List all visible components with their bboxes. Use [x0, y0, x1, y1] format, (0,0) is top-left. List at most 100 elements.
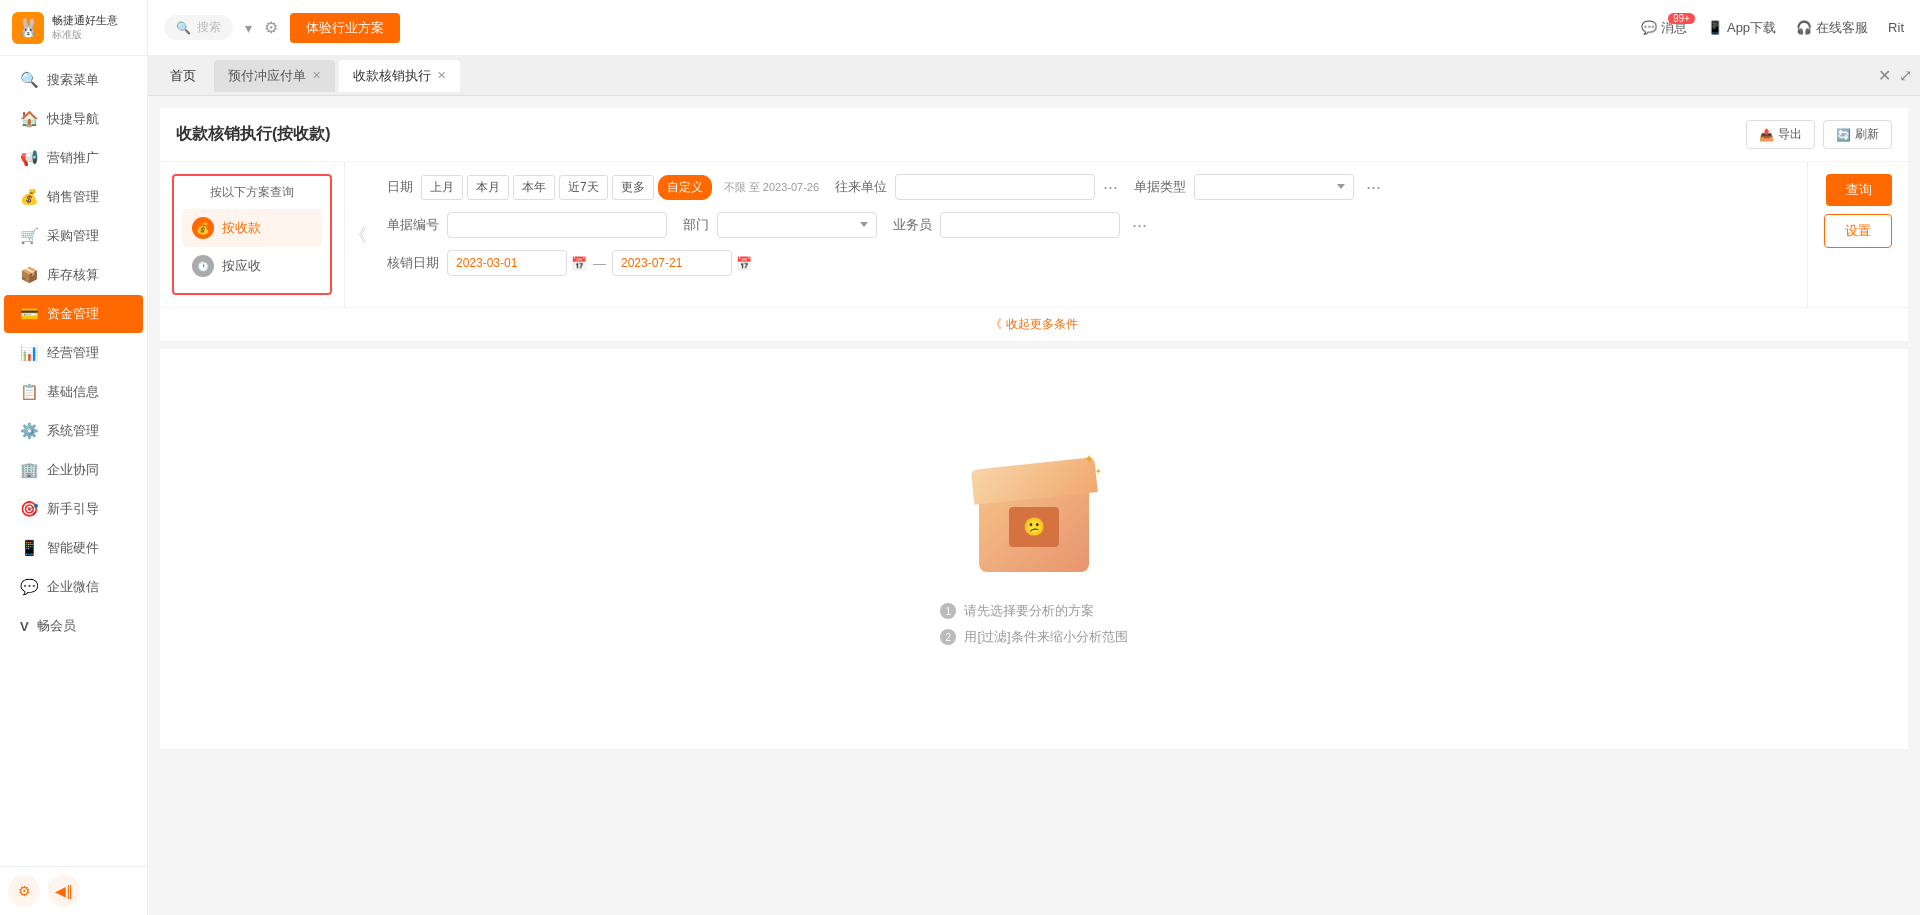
topbar-search[interactable]: 🔍 搜索: [164, 15, 233, 40]
receipt-tab-label: 收款核销执行: [353, 67, 431, 85]
sidebar-item-label: 营销推广: [47, 149, 99, 167]
sparkle-icon: ✦: [1084, 452, 1094, 466]
export-button[interactable]: 📤 导出: [1746, 120, 1815, 149]
sidebar-item-enterprise[interactable]: 🏢 企业协同: [4, 451, 143, 489]
date-btn-custom[interactable]: 自定义: [658, 175, 712, 200]
sidebar-item-search[interactable]: 🔍 搜索菜单: [4, 61, 143, 99]
filter-row-2: 单据编号 部门 业务员 ···: [387, 212, 1791, 238]
refresh-button[interactable]: 🔄 刷新: [1823, 120, 1892, 149]
sidebar-item-quick-nav[interactable]: 🏠 快捷导航: [4, 100, 143, 138]
app-name: 畅捷通好生意: [52, 13, 118, 28]
empty-illustration: 😕 ✦ ✦: [964, 452, 1104, 582]
query-button[interactable]: 查询: [1826, 174, 1892, 206]
sidebar-item-guide[interactable]: 🎯 新手引导: [4, 490, 143, 528]
date-btn-this-month[interactable]: 本月: [467, 175, 509, 200]
tabs-bar: 首页 预付冲应付单 ✕ 收款核销执行 ✕ ✕ ⤢: [148, 56, 1920, 96]
topbar-gear-icon[interactable]: ⚙: [264, 18, 278, 37]
writeoff-date-start-input[interactable]: [447, 250, 567, 276]
sidebar-item-purchase[interactable]: 🛒 采购管理: [4, 217, 143, 255]
dept-select[interactable]: [717, 212, 877, 238]
party-input[interactable]: [895, 174, 1095, 200]
docnum-input[interactable]: [447, 212, 667, 238]
tab-close-all-button[interactable]: ✕: [1878, 66, 1891, 85]
doctype-more-icon[interactable]: ···: [1366, 177, 1381, 198]
empty-box-face: 😕: [1009, 507, 1059, 547]
sidebar-item-label: 企业微信: [47, 578, 99, 596]
collapse-more-bar[interactable]: 《 收起更多条件: [160, 308, 1908, 341]
staff-more-icon[interactable]: ···: [1132, 215, 1147, 236]
system-icon: ⚙️: [20, 422, 39, 440]
topbar-message[interactable]: 💬 消息 99+: [1641, 19, 1687, 37]
writeoff-date-start-wrap: 📅: [447, 250, 587, 276]
date-btn-more[interactable]: 更多: [612, 175, 654, 200]
tab-receipt-offset[interactable]: 收款核销执行 ✕: [339, 60, 460, 92]
sidebar-item-inventory[interactable]: 📦 库存核算: [4, 256, 143, 294]
sidebar-item-system[interactable]: ⚙️ 系统管理: [4, 412, 143, 450]
setting-button[interactable]: 设置: [1824, 214, 1892, 248]
date-quick-buttons: 上月 本月 本年 近7天 更多 自定义: [421, 175, 712, 200]
refresh-icon: 🔄: [1836, 128, 1851, 142]
sidebar-item-operation[interactable]: 📊 经营管理: [4, 334, 143, 372]
sidebar-item-wx[interactable]: 💬 企业微信: [4, 568, 143, 606]
receivable-option-icon: 🕐: [192, 255, 214, 277]
date-btn-this-year[interactable]: 本年: [513, 175, 555, 200]
writeoff-date-end-input[interactable]: [612, 250, 732, 276]
receipt-tab-close[interactable]: ✕: [437, 69, 446, 82]
tab-home[interactable]: 首页: [156, 60, 210, 92]
smart-hw-icon: 📱: [20, 539, 39, 557]
staff-input[interactable]: [940, 212, 1120, 238]
funds-icon: 💳: [20, 305, 39, 323]
filter-row-3: 核销日期 📅 — 📅: [387, 250, 1791, 276]
home-tab-label: 首页: [170, 67, 196, 85]
receivable-option-label: 按应收: [222, 257, 261, 275]
topbar-dropdown-icon[interactable]: ▾: [245, 20, 252, 36]
topbar: 🔍 搜索 ▾ ⚙ 体验行业方案 💬 消息 99+ 📱 App下载 🎧 在线客服 …: [148, 0, 1920, 56]
prepaid-tab-label: 预付冲应付单: [228, 67, 306, 85]
party-more-icon[interactable]: ···: [1103, 177, 1118, 198]
sidebar-item-basic-info[interactable]: 📋 基础信息: [4, 373, 143, 411]
service-label: 在线客服: [1816, 19, 1868, 37]
topbar-user[interactable]: Rit: [1888, 20, 1904, 35]
topbar-app-download[interactable]: 📱 App下载: [1707, 19, 1776, 37]
main-area: 🔍 搜索 ▾ ⚙ 体验行业方案 💬 消息 99+ 📱 App下载 🎧 在线客服 …: [148, 0, 1920, 915]
sidebar-item-label: 采购管理: [47, 227, 99, 245]
sidebar-item-funds[interactable]: 💳 资金管理: [4, 295, 143, 333]
filter-option-receipt[interactable]: 💰 按收款: [182, 209, 322, 247]
date-hint: 不限 至 2023-07-26: [724, 180, 819, 195]
tab-prepaid-offset[interactable]: 预付冲应付单 ✕: [214, 60, 335, 92]
filter-dept-item: 部门: [683, 212, 877, 238]
sidebar-bottom: ⚙ ◀‖: [0, 866, 147, 915]
sidebar-item-smart-hw[interactable]: 📱 智能硬件: [4, 529, 143, 567]
date-btn-last-month[interactable]: 上月: [421, 175, 463, 200]
filter-collapse-arrow[interactable]: 《: [345, 162, 371, 307]
filter-doctype-item: 单据类型 ···: [1134, 174, 1381, 200]
hint-num-1: 1: [940, 603, 956, 619]
filter-party-item: 往来单位 ···: [835, 174, 1118, 200]
message-icon: 💬: [1641, 20, 1657, 35]
hint-num-2: 2: [940, 629, 956, 645]
sidebar-settings-button[interactable]: ⚙: [8, 875, 40, 907]
sidebar-collapse-button[interactable]: ◀‖: [48, 875, 80, 907]
sidebar-item-sales[interactable]: 💰 销售管理: [4, 178, 143, 216]
query-btn-area: 查询 设置: [1807, 162, 1908, 307]
filter-option-receivable[interactable]: 🕐 按应收: [182, 247, 322, 285]
prepaid-tab-close[interactable]: ✕: [312, 69, 321, 82]
filter-row-1: 日期 上月 本月 本年 近7天 更多 自定义 不限 至 2023-07-26 往…: [387, 174, 1791, 200]
sidebar-item-label: 库存核算: [47, 266, 99, 284]
hint-text-2: 用[过滤]条件来缩小分析范围: [964, 628, 1127, 646]
solution-button[interactable]: 体验行业方案: [290, 13, 400, 43]
sidebar-item-label: 经营管理: [47, 344, 99, 362]
topbar-online-service[interactable]: 🎧 在线客服: [1796, 19, 1868, 37]
filter-area: 按以下方案查询 💰 按收款 🕐 按应收 《: [160, 162, 1908, 307]
sidebar-item-marketing[interactable]: 📢 营销推广: [4, 139, 143, 177]
filter-staff-item: 业务员 ···: [893, 212, 1147, 238]
export-icon: 📤: [1759, 128, 1774, 142]
date-btn-7days[interactable]: 近7天: [559, 175, 608, 200]
tab-maximize-button[interactable]: ⤢: [1899, 66, 1912, 85]
calendar-end-icon[interactable]: 📅: [736, 256, 752, 271]
sidebar-item-member[interactable]: V 畅会员: [4, 607, 143, 645]
calendar-start-icon[interactable]: 📅: [571, 256, 587, 271]
empty-hint-1: 1 请先选择要分析的方案: [940, 602, 1127, 620]
sidebar-item-label: 基础信息: [47, 383, 99, 401]
doctype-select[interactable]: [1194, 174, 1354, 200]
